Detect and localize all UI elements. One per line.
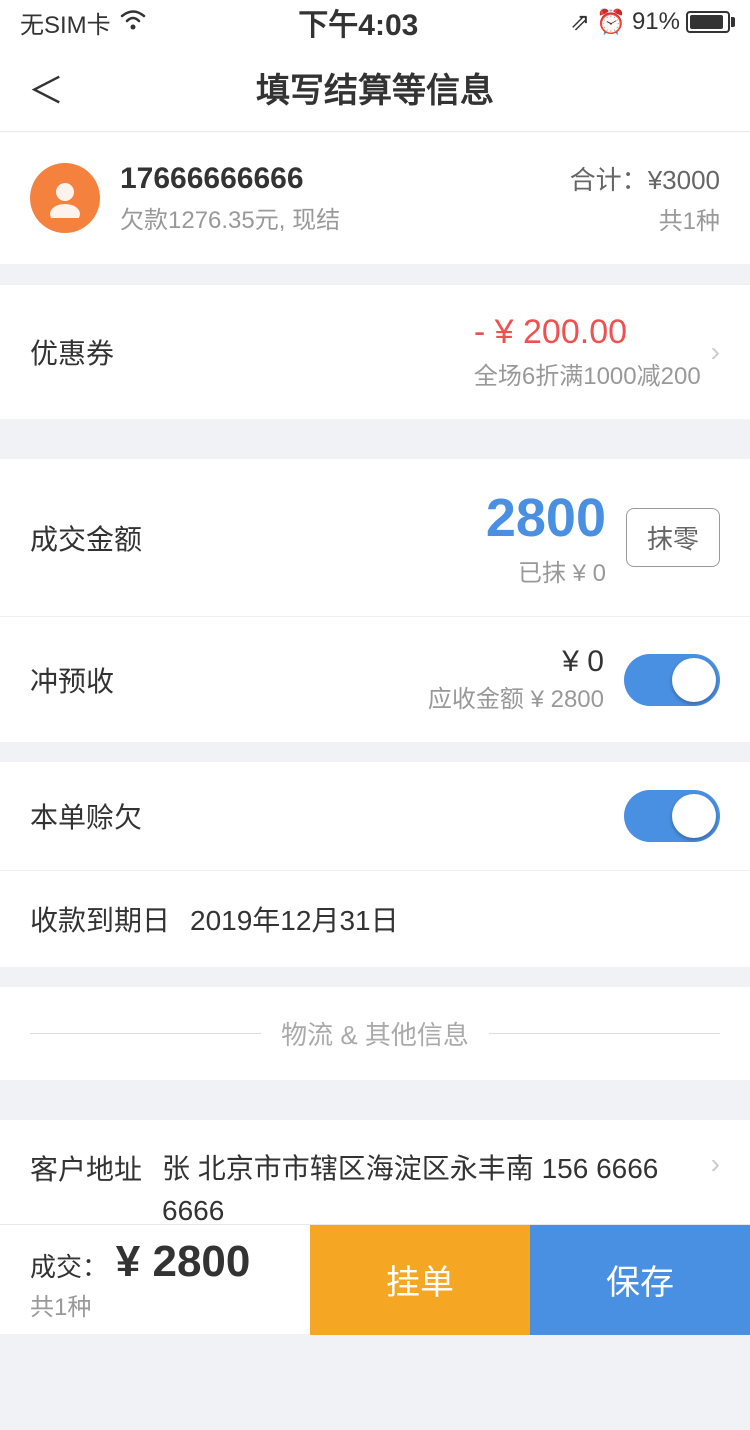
deal-amount-row: 成交金额 2800 已抹 ¥ 0 抹零 bbox=[0, 459, 750, 616]
coupon-desc: 全场6折满1000减200 bbox=[474, 356, 701, 391]
due-date-value: 2019年12月31日 bbox=[190, 899, 399, 939]
back-button[interactable]: ＜ bbox=[28, 62, 64, 114]
separator-2 bbox=[0, 742, 750, 762]
address-label: 客户地址 bbox=[30, 1148, 142, 1188]
save-button[interactable]: 保存 bbox=[530, 1225, 750, 1335]
total-label-value: 合计：¥3000 bbox=[570, 160, 720, 197]
prepay-label: 冲预收 bbox=[30, 660, 114, 700]
location-icon: ⇗ bbox=[570, 8, 590, 37]
prepay-toggle[interactable] bbox=[624, 654, 720, 706]
customer-details: 17666666666 欠款1276.35元, 现结 bbox=[120, 162, 340, 235]
round-zero-button[interactable]: 抹零 bbox=[626, 508, 720, 567]
credit-row: 本单赊欠 bbox=[0, 762, 750, 870]
avatar bbox=[30, 163, 100, 233]
total-count: 共1种 bbox=[570, 201, 720, 236]
customer-total: 合计：¥3000 共1种 bbox=[570, 160, 720, 236]
total-label: 合计： bbox=[570, 165, 648, 195]
due-date-row: 收款到期日 2019年12月31日 bbox=[0, 870, 750, 967]
separator-1 bbox=[0, 439, 750, 459]
bottom-summary: 成交： ¥ 2800 共1种 bbox=[0, 1237, 310, 1322]
coupon-row[interactable]: 优惠券 - ¥ 200.00 全场6折满1000减200 › bbox=[0, 284, 750, 419]
coupon-right: - ¥ 200.00 全场6折满1000减200 › bbox=[474, 313, 720, 391]
hang-button[interactable]: 挂单 bbox=[310, 1225, 530, 1335]
logistics-header: 物流 & 其他信息 bbox=[0, 987, 750, 1080]
battery-percentage: 91% bbox=[632, 8, 680, 36]
credit-label: 本单赊欠 bbox=[30, 796, 142, 836]
total-value: ¥3000 bbox=[648, 165, 720, 195]
prepay-row: 冲预收 ¥ 0 应收金额 ¥ 2800 bbox=[0, 616, 750, 742]
address-chevron-icon: › bbox=[711, 1148, 720, 1180]
prepay-sub: 应收金额 ¥ 2800 bbox=[428, 679, 604, 714]
due-date-label: 收款到期日 bbox=[30, 899, 170, 939]
status-time: 下午4:03 bbox=[298, 0, 418, 44]
coupon-section: 优惠券 - ¥ 200.00 全场6折满1000减200 › bbox=[0, 284, 750, 419]
deal-amount-right: 2800 已抹 ¥ 0 抹零 bbox=[486, 487, 720, 588]
deal-amount-label: 成交金额 bbox=[30, 518, 142, 558]
chevron-right-icon: › bbox=[711, 336, 720, 368]
customer-sub-info: 欠款1276.35元, 现结 bbox=[120, 200, 340, 235]
deal-amount-sub: 已抹 ¥ 0 bbox=[486, 553, 606, 588]
bottom-bar: 成交： ¥ 2800 共1种 挂单 保存 bbox=[0, 1224, 750, 1334]
alarm-icon: ⏰ bbox=[596, 8, 626, 37]
prepay-value: ¥ 0 bbox=[428, 645, 604, 679]
status-right: ⇗ ⏰ 91% bbox=[570, 8, 730, 37]
amount-section: 成交金额 2800 已抹 ¥ 0 抹零 冲预收 ¥ 0 应收金额 ¥ 2800 bbox=[0, 459, 750, 742]
customer-phone: 17666666666 bbox=[120, 162, 340, 196]
battery-icon bbox=[686, 11, 730, 33]
deal-amount-value: 2800 bbox=[486, 487, 606, 549]
logistics-section: 物流 & 其他信息 bbox=[0, 987, 750, 1080]
coupon-amount: - ¥ 200.00 bbox=[474, 313, 701, 352]
separator-4 bbox=[0, 1100, 750, 1120]
customer-info-left: 17666666666 欠款1276.35元, 现结 bbox=[30, 162, 340, 235]
toggle-knob bbox=[672, 658, 716, 702]
status-left: 无SIM卡 bbox=[20, 5, 147, 40]
nav-bar: ＜ 填写结算等信息 bbox=[0, 44, 750, 132]
bottom-deal-label: 成交： bbox=[30, 1252, 108, 1282]
credit-toggle-knob bbox=[672, 794, 716, 838]
coupon-label: 优惠券 bbox=[30, 332, 114, 372]
credit-section: 本单赊欠 收款到期日 2019年12月31日 bbox=[0, 762, 750, 967]
bottom-count: 共1种 bbox=[30, 1287, 280, 1322]
separator-3 bbox=[0, 967, 750, 987]
customer-row: 17666666666 欠款1276.35元, 现结 合计：¥3000 共1种 bbox=[0, 132, 750, 264]
address-value: 张 北京市市辖区海淀区永丰南 156 6666 6666 bbox=[162, 1148, 701, 1232]
credit-toggle[interactable] bbox=[624, 790, 720, 842]
bottom-amount: ¥ 2800 bbox=[116, 1237, 251, 1286]
page-title: 填写结算等信息 bbox=[256, 63, 494, 112]
carrier-label: 无SIM卡 bbox=[20, 5, 111, 40]
wifi-icon bbox=[119, 8, 147, 37]
status-bar: 无SIM卡 下午4:03 ⇗ ⏰ 91% bbox=[0, 0, 750, 44]
